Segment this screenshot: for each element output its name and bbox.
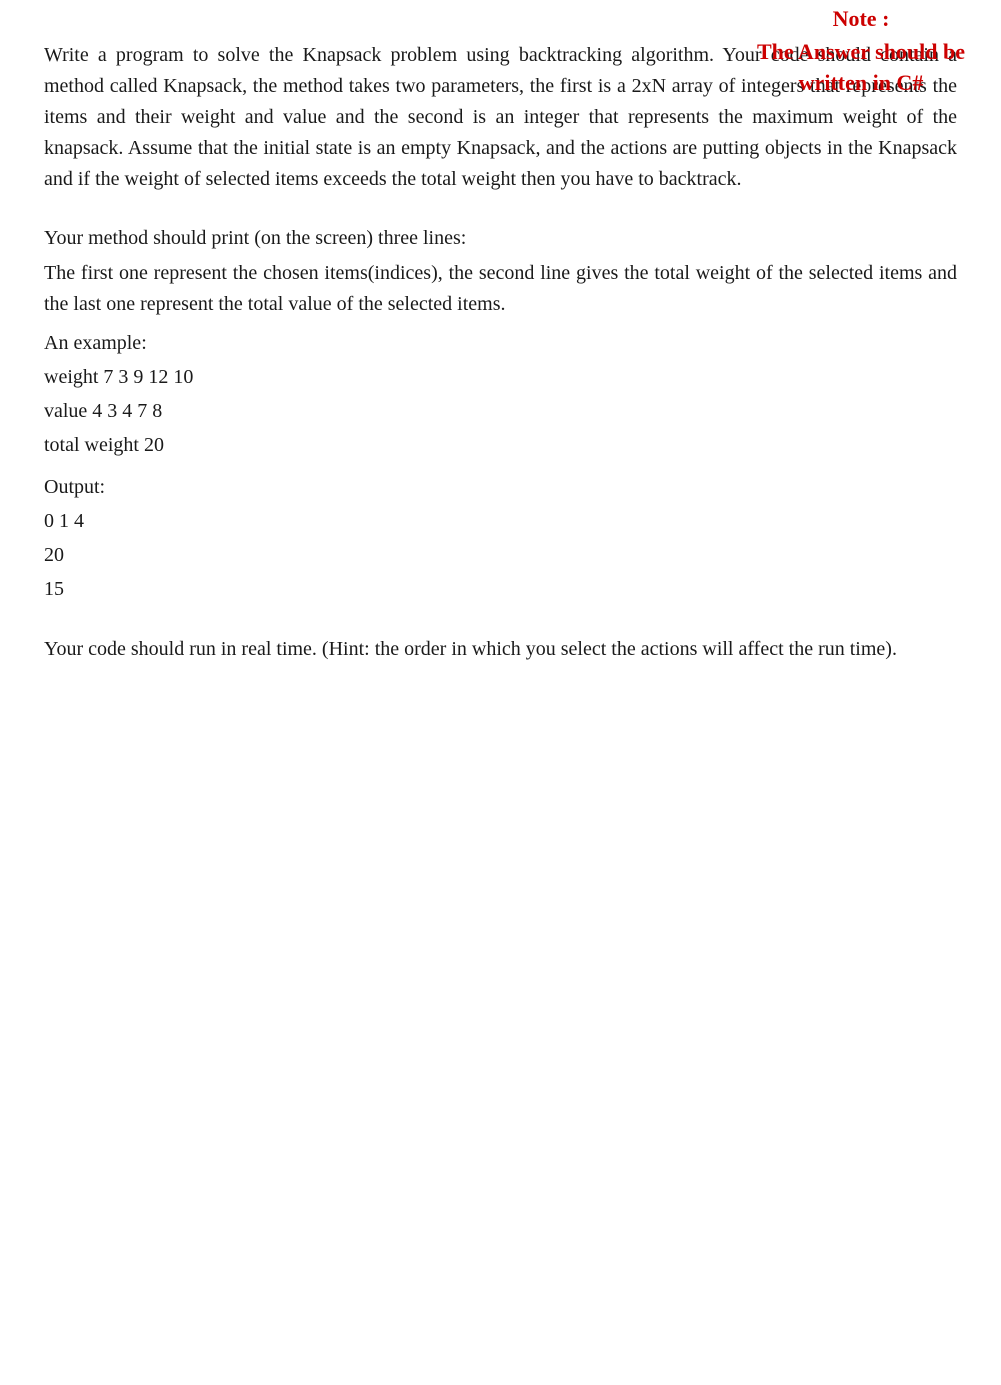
example-section: An example: weight 7 3 9 12 10 value 4 3… — [44, 326, 957, 462]
paragraph-3: The first one represent the chosen items… — [44, 258, 957, 320]
total-weight-line: total weight 20 — [44, 428, 957, 462]
example-note-wrapper: weight 7 3 9 12 10 value 4 3 4 7 8 total… — [44, 360, 957, 462]
left-example: weight 7 3 9 12 10 value 4 3 4 7 8 total… — [44, 360, 957, 462]
note-box: Note : The Answer should be written in C… — [721, 0, 1001, 99]
main-content: Write a program to solve the Knapsack pr… — [44, 40, 957, 665]
example-label: An example: — [44, 326, 957, 360]
weight-line: weight 7 3 9 12 10 — [44, 360, 957, 394]
note-content: The Answer should be written in C# — [721, 37, 1001, 99]
output-section: Output: 0 1 4 20 15 — [44, 470, 957, 606]
paragraph-last: Your code should run in real time. (Hint… — [44, 634, 957, 665]
paragraph-2: Your method should print (on the screen)… — [44, 223, 957, 254]
output-line-3: 15 — [44, 572, 957, 606]
value-line: value 4 3 4 7 8 — [44, 394, 957, 428]
output-line-2: 20 — [44, 538, 957, 572]
note-label: Note : — [721, 0, 1001, 37]
output-label: Output: — [44, 470, 957, 504]
output-line-1: 0 1 4 — [44, 504, 957, 538]
